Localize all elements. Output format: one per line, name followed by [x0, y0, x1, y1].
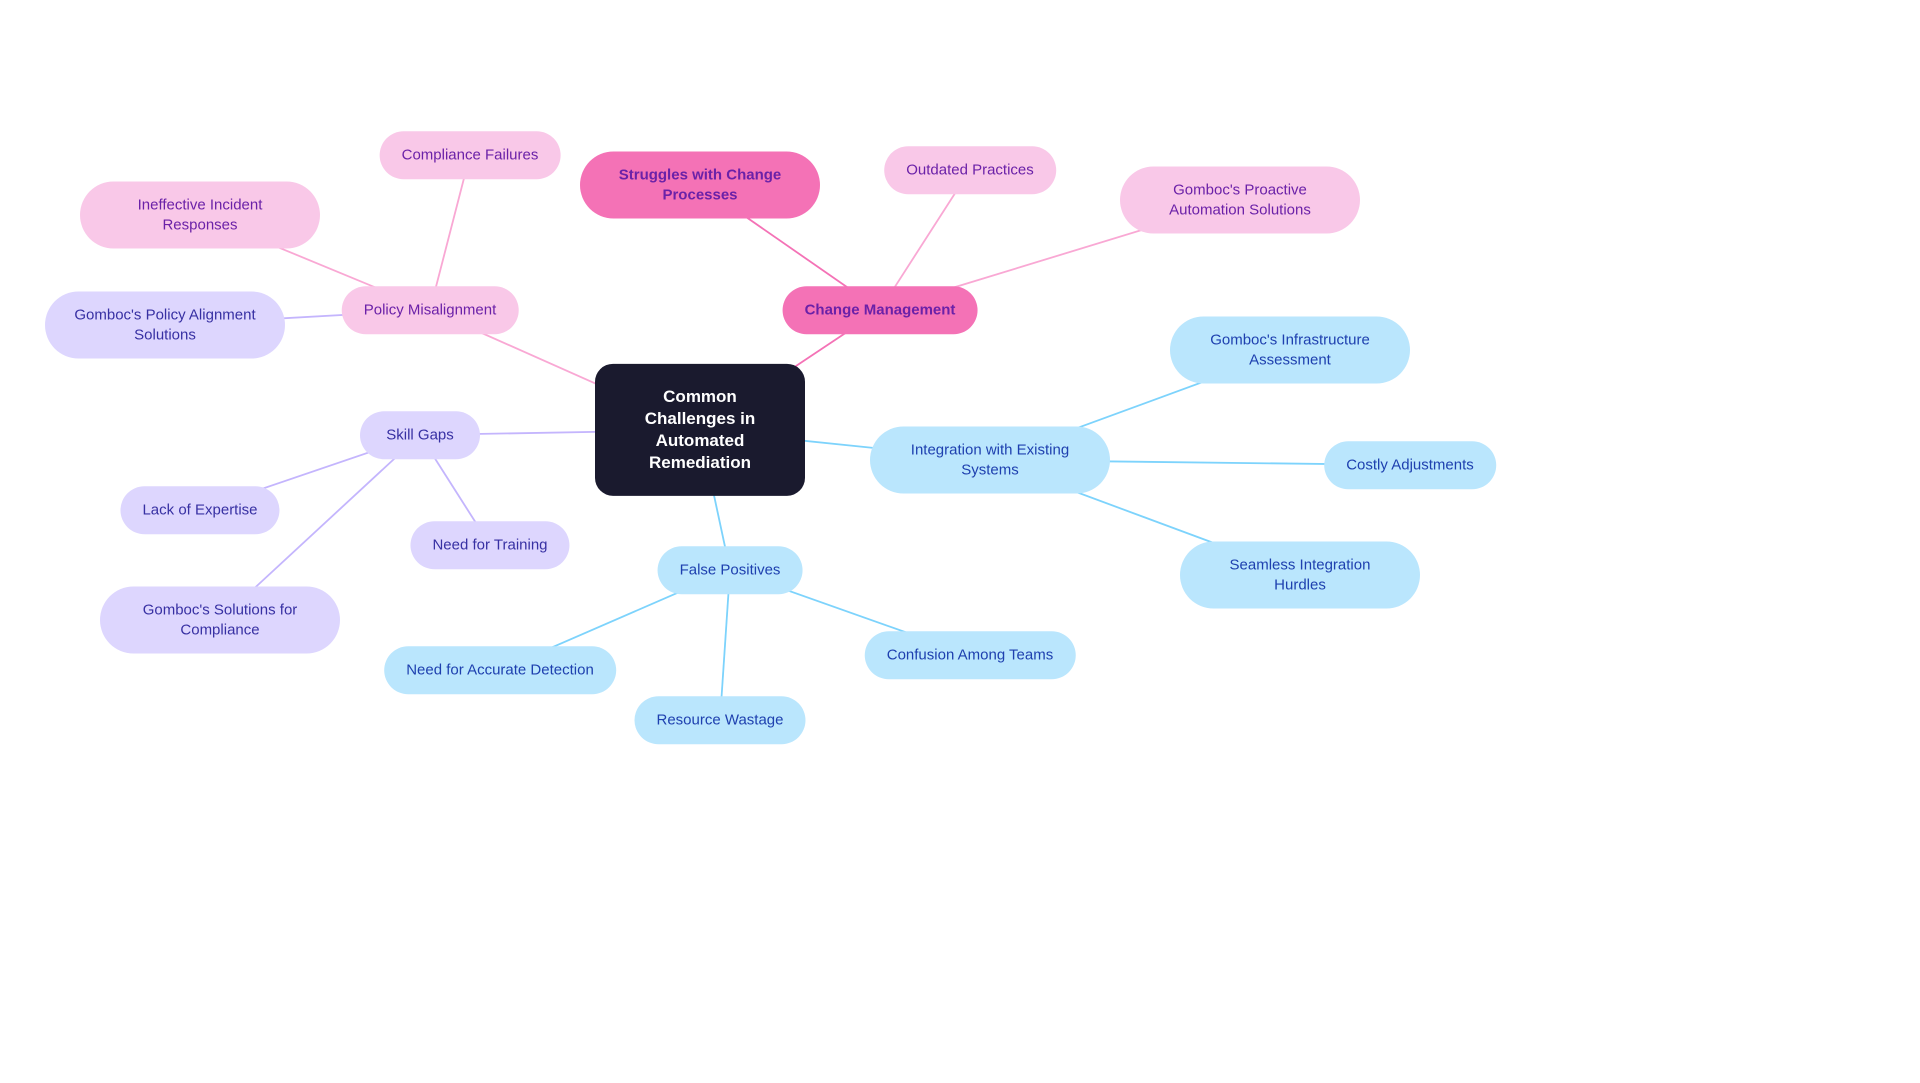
infrastructure-assessment-node: Gomboc's Infrastructure Assessment [1170, 317, 1410, 384]
proactive-automation-node: Gomboc's Proactive Automation Solutions [1120, 167, 1360, 234]
costly-adjustments-node: Costly Adjustments [1324, 441, 1496, 489]
confusion-teams-node: Confusion Among Teams [865, 631, 1076, 679]
struggles-change-node: Struggles with Change Processes [580, 152, 820, 219]
center-node: Common Challenges in Automated Remediati… [595, 364, 805, 496]
change-management-node: Change Management [783, 286, 978, 334]
solutions-compliance-node: Gomboc's Solutions for Compliance [100, 587, 340, 654]
resource-wastage-node: Resource Wastage [634, 696, 805, 744]
compliance-failures-node: Compliance Failures [380, 131, 561, 179]
policy-misalignment-node: Policy Misalignment [342, 286, 519, 334]
integration-existing-node: Integration with Existing Systems [870, 427, 1110, 494]
outdated-practices-node: Outdated Practices [884, 146, 1056, 194]
lack-expertise-node: Lack of Expertise [120, 486, 279, 534]
need-accurate-node: Need for Accurate Detection [384, 646, 616, 694]
mindmap-container: Common Challenges in Automated Remediati… [0, 0, 1920, 1083]
ineffective-incident-node: Ineffective Incident Responses [80, 182, 320, 249]
false-positives-node: False Positives [658, 546, 803, 594]
policy-alignment-solutions-node: Gomboc's Policy Alignment Solutions [45, 292, 285, 359]
seamless-integration-node: Seamless Integration Hurdles [1180, 542, 1420, 609]
need-training-node: Need for Training [410, 521, 569, 569]
skill-gaps-node: Skill Gaps [360, 411, 480, 459]
